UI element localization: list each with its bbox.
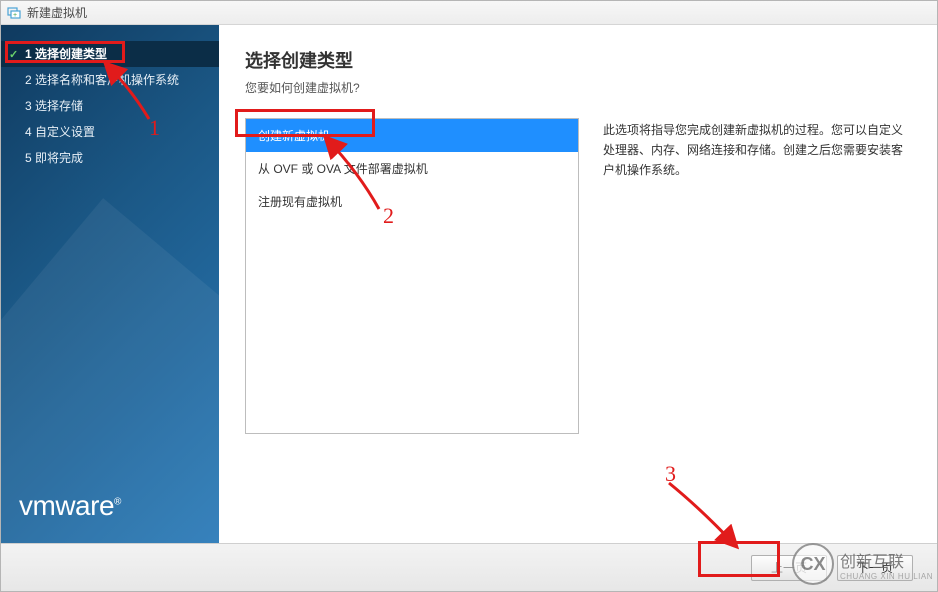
option-label: 创建新虚拟机 [258, 129, 330, 143]
step-2[interactable]: 2 选择名称和客户机操作系统 [1, 67, 219, 93]
back-button[interactable]: 上一页 [751, 555, 827, 581]
step-label: 即将完成 [35, 151, 83, 165]
step-label: 自定义设置 [35, 125, 95, 139]
step-label: 选择创建类型 [35, 47, 107, 61]
step-4[interactable]: 4 自定义设置 [1, 119, 219, 145]
option-register-existing[interactable]: 注册现有虚拟机 [246, 185, 578, 218]
option-label: 注册现有虚拟机 [258, 195, 342, 209]
step-number: 4 [25, 125, 32, 139]
step-number: 2 [25, 73, 32, 87]
vmware-logo: vmware® [19, 490, 121, 522]
dialog-window: + 新建虚拟机 ✓ 1 选择创建类型 2 选择名称和客户机操作系统 3 选择存储… [0, 0, 938, 592]
dialog-body: ✓ 1 选择创建类型 2 选择名称和客户机操作系统 3 选择存储 4 自定义设置… [1, 25, 937, 544]
step-5[interactable]: 5 即将完成 [1, 145, 219, 171]
step-label: 选择存储 [35, 99, 83, 113]
window-title: 新建虚拟机 [27, 4, 87, 21]
option-description: 此选项将指导您完成创建新虚拟机的过程。您可以自定义处理器、内存、网络连接和存储。… [603, 118, 911, 434]
step-number: 1 [25, 47, 32, 61]
content-row: 创建新虚拟机 从 OVF 或 OVA 文件部署虚拟机 注册现有虚拟机 此选项将指… [245, 118, 911, 434]
next-button[interactable]: 下一页 [837, 555, 913, 581]
page-subtitle: 您要如何创建虚拟机? [245, 79, 911, 96]
window-icon: + [7, 6, 21, 20]
option-label: 从 OVF 或 OVA 文件部署虚拟机 [258, 162, 428, 176]
wizard-sidebar: ✓ 1 选择创建类型 2 选择名称和客户机操作系统 3 选择存储 4 自定义设置… [1, 25, 219, 544]
main-panel: 选择创建类型 您要如何创建虚拟机? 创建新虚拟机 从 OVF 或 OVA 文件部… [219, 25, 937, 544]
dialog-footer: 上一页 下一页 [1, 543, 937, 591]
page-heading: 选择创建类型 [245, 47, 911, 73]
step-number: 3 [25, 99, 32, 113]
titlebar: + 新建虚拟机 [1, 1, 937, 25]
check-icon: ✓ [9, 46, 18, 64]
step-3[interactable]: 3 选择存储 [1, 93, 219, 119]
step-1[interactable]: ✓ 1 选择创建类型 [1, 41, 219, 67]
option-deploy-ovf[interactable]: 从 OVF 或 OVA 文件部署虚拟机 [246, 152, 578, 185]
step-number: 5 [25, 151, 32, 165]
creation-type-list: 创建新虚拟机 从 OVF 或 OVA 文件部署虚拟机 注册现有虚拟机 [245, 118, 579, 434]
option-create-new-vm[interactable]: 创建新虚拟机 [246, 119, 578, 152]
step-label: 选择名称和客户机操作系统 [35, 73, 179, 87]
svg-text:+: + [13, 12, 17, 19]
